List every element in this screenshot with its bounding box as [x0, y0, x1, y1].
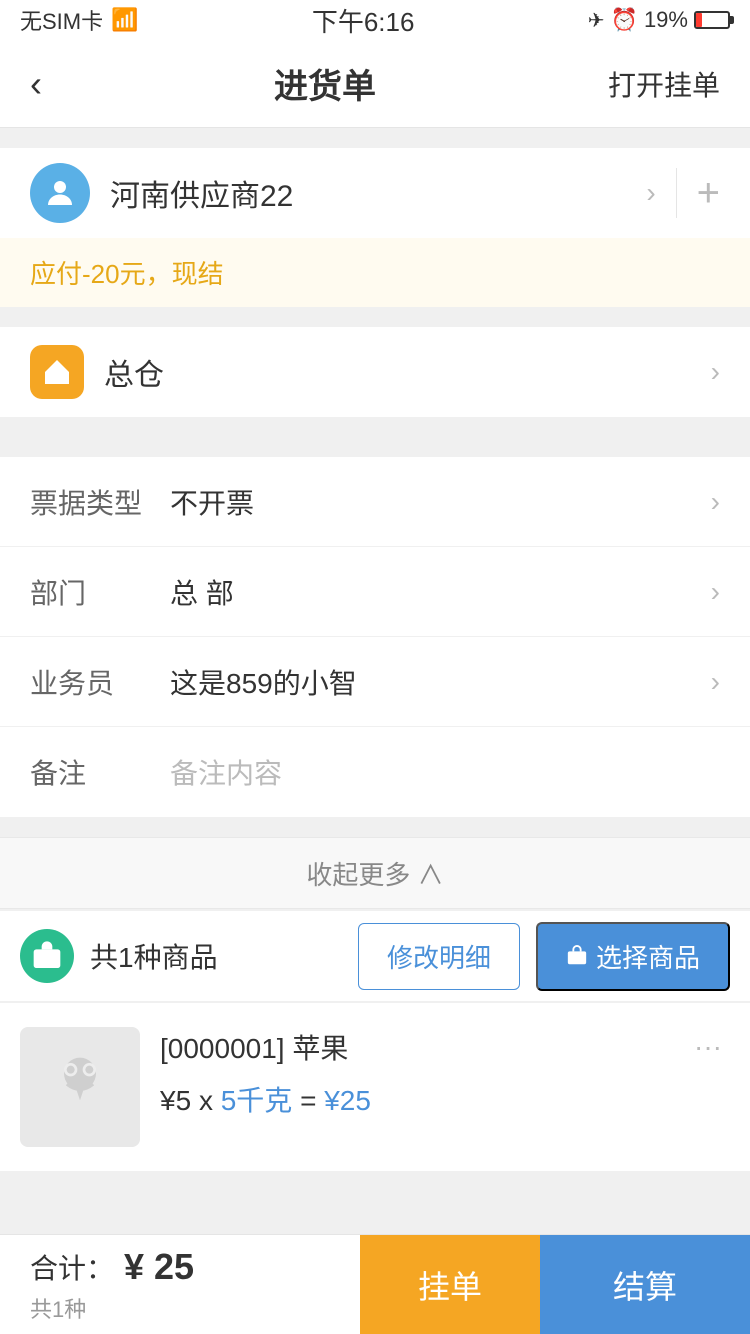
back-button[interactable]: ‹ — [30, 63, 42, 105]
product-name: [0000001] 苹果 — [160, 1027, 666, 1067]
collapse-label: 收起更多 ∧ — [306, 855, 443, 892]
shopping-icon — [31, 940, 63, 972]
product-count-label: 共1种商品 — [90, 936, 358, 976]
select-product-label: 选择商品 — [596, 938, 700, 975]
department-label: 部门 — [30, 572, 170, 612]
product-section-icon — [20, 929, 74, 983]
warehouse-chevron-icon: › — [711, 356, 720, 388]
remark-label: 备注 — [30, 752, 170, 792]
select-product-button[interactable]: 选择商品 — [536, 922, 730, 991]
section-divider-1 — [0, 128, 750, 148]
open-pending-button[interactable]: 打开挂单 — [608, 64, 720, 104]
salesman-chevron-icon: › — [711, 666, 720, 698]
product-code: [0000001] — [160, 1033, 285, 1064]
price-total: ¥25 — [324, 1085, 371, 1116]
supplier-section: 河南供应商22 › + 应付-20元，现结 — [0, 148, 750, 307]
add-supplier-button[interactable]: + — [697, 171, 720, 216]
product-thumbnail — [20, 1027, 140, 1147]
home-icon — [41, 356, 73, 388]
status-left: 无SIM卡 📶 — [20, 4, 139, 36]
person-icon — [42, 175, 78, 211]
department-value: 总 部 — [170, 572, 711, 612]
form-section: 票据类型 不开票 › 部门 总 部 › 业务员 这是859的小智 › 备注 备注… — [0, 457, 750, 817]
hang-button[interactable]: 挂单 — [360, 1235, 540, 1334]
section-divider-2 — [0, 417, 750, 437]
remark-row[interactable]: 备注 备注内容 — [0, 727, 750, 817]
department-chevron-icon: › — [711, 576, 720, 608]
status-bar: 无SIM卡 📶 下午6:16 ✈ ⏰ 19% — [0, 0, 750, 40]
price-multiply: x — [199, 1085, 221, 1116]
product-price: ¥5 x 5千克 = ¥25 — [160, 1079, 666, 1119]
warehouse-icon — [30, 345, 84, 399]
warehouse-row[interactable]: 总仓 › — [0, 327, 750, 417]
battery-percentage: 19% — [644, 7, 688, 33]
vertical-divider — [676, 168, 677, 218]
summary-left: 合计： ¥ 25 共1种 — [0, 1246, 360, 1324]
salesman-row[interactable]: 业务员 这是859的小智 › — [0, 637, 750, 727]
select-product-icon — [566, 945, 588, 967]
price-equals: = — [300, 1085, 324, 1116]
product-title: 苹果 — [292, 1033, 348, 1064]
price-unit: ¥5 — [160, 1085, 191, 1116]
product-info: [0000001] 苹果 ¥5 x 5千克 = ¥25 — [160, 1027, 666, 1119]
collapse-bar[interactable]: 收起更多 ∧ — [0, 837, 750, 909]
page-title: 进货单 — [274, 59, 376, 108]
product-image-icon — [40, 1047, 120, 1127]
wifi-icon: 📶 — [111, 7, 138, 33]
status-time: 下午6:16 — [312, 2, 415, 39]
invoice-chevron-icon: › — [711, 486, 720, 518]
carrier-text: 无SIM卡 — [20, 4, 103, 36]
price-qty: 5千克 — [221, 1085, 293, 1116]
notice-bar: 应付-20元，现结 — [0, 238, 750, 307]
department-row[interactable]: 部门 总 部 › — [0, 547, 750, 637]
notice-text: 应付-20元，现结 — [30, 259, 224, 289]
total-row: 合计： ¥ 25 — [30, 1246, 330, 1288]
total-sub: 共1种 — [30, 1292, 330, 1324]
location-icon: ✈ — [588, 8, 605, 33]
product-item: [0000001] 苹果 ¥5 x 5千克 = ¥25 ··· — [0, 1003, 750, 1171]
supplier-chevron-icon: › — [646, 177, 655, 209]
supplier-row[interactable]: 河南供应商22 › + — [0, 148, 750, 238]
bottom-bar: 合计： ¥ 25 共1种 挂单 结算 — [0, 1234, 750, 1334]
invoice-type-label: 票据类型 — [30, 482, 170, 522]
product-section-header: 共1种商品 修改明细 选择商品 — [0, 911, 750, 1001]
battery-icon — [694, 11, 730, 29]
warehouse-name: 总仓 — [104, 350, 711, 394]
invoice-type-value: 不开票 — [170, 482, 711, 522]
nav-bar: ‹ 进货单 打开挂单 — [0, 40, 750, 128]
supplier-avatar — [30, 163, 90, 223]
edit-detail-button[interactable]: 修改明细 — [358, 923, 520, 990]
supplier-name: 河南供应商22 — [110, 171, 646, 215]
checkout-button[interactable]: 结算 — [540, 1235, 750, 1334]
total-amount: ¥ 25 — [124, 1246, 194, 1288]
salesman-label: 业务员 — [30, 662, 170, 702]
alarm-icon: ⏰ — [611, 7, 638, 33]
product-more-button[interactable]: ··· — [686, 1027, 730, 1067]
salesman-value: 这是859的小智 — [170, 662, 711, 702]
invoice-type-row[interactable]: 票据类型 不开票 › — [0, 457, 750, 547]
remark-placeholder: 备注内容 — [170, 752, 720, 792]
total-label: 合计： — [30, 1247, 114, 1287]
status-right: ✈ ⏰ 19% — [588, 7, 730, 33]
